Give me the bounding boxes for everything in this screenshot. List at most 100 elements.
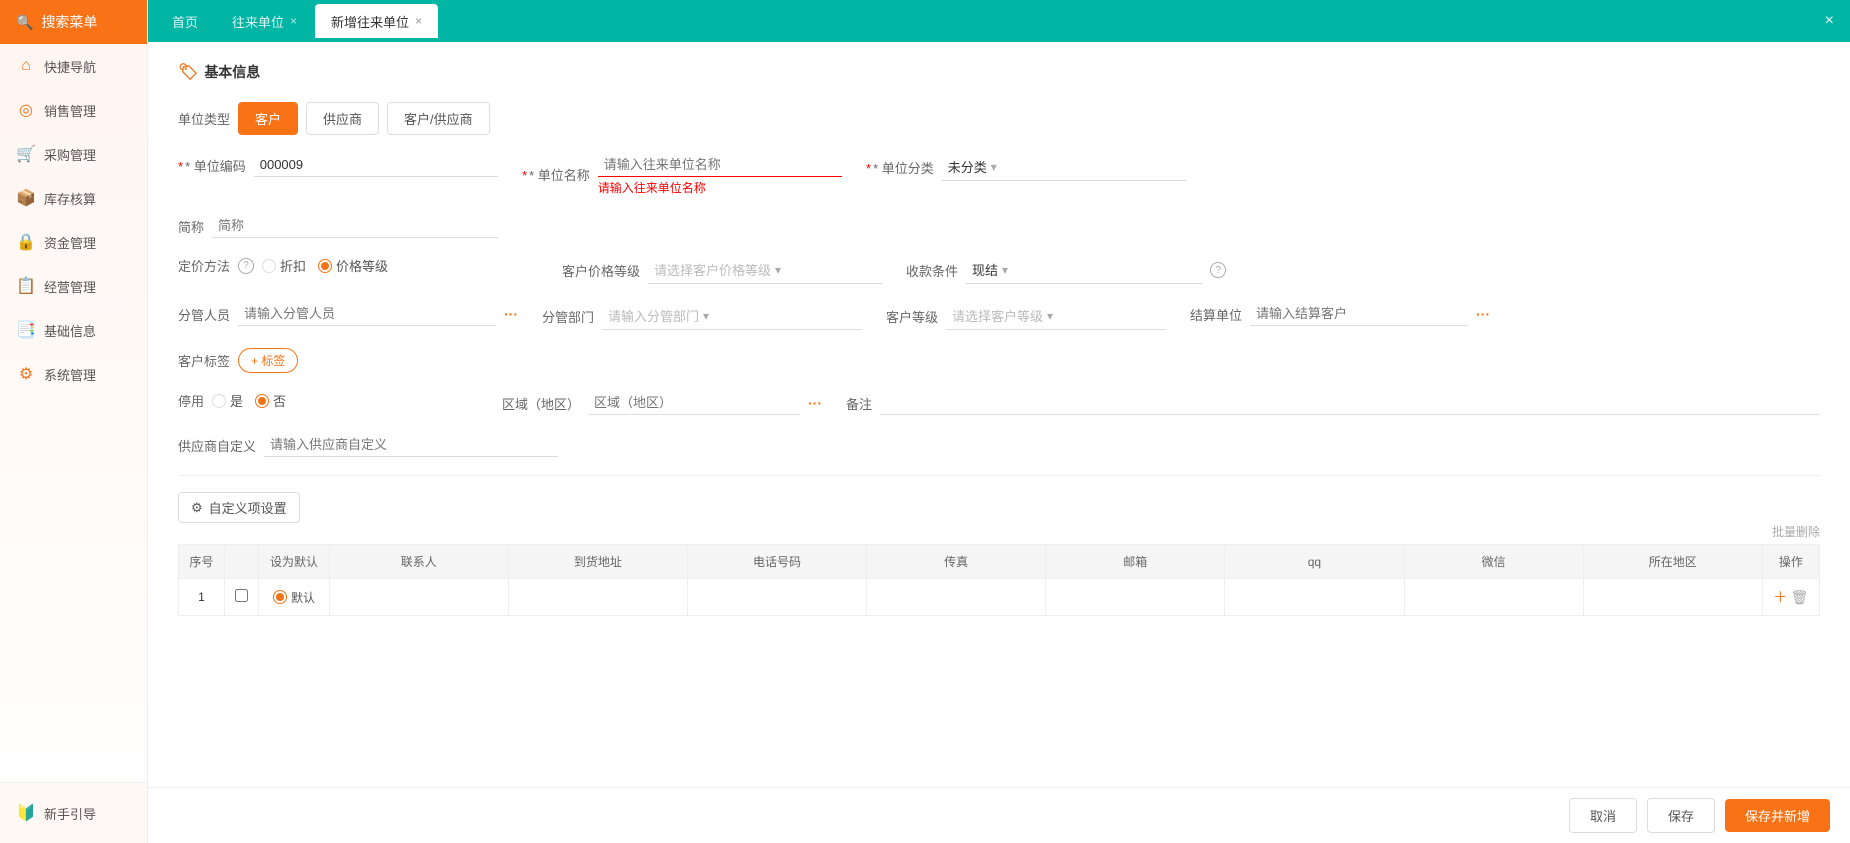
manager-more-button[interactable]: ··· <box>504 306 518 322</box>
sidebar-item-label: 资金管理 <box>44 233 96 252</box>
search-menu-label: 搜索菜单 <box>41 12 97 32</box>
unit-name-group: * 单位名称 请输入往来单位名称 <box>522 153 842 196</box>
radio-level-circle <box>318 259 332 273</box>
cancel-button[interactable]: 取消 <box>1569 798 1637 833</box>
tab-bar: 首页 往来单位 × 新增往来单位 × × <box>148 0 1850 42</box>
wechat-input[interactable] <box>1415 590 1573 604</box>
dept-select[interactable]: 请输入分管部门 ▾ <box>602 302 862 330</box>
row-delete-button[interactable]: 🗑 <box>1791 589 1809 605</box>
cell-contact[interactable] <box>329 579 508 616</box>
cell-fax[interactable] <box>867 579 1046 616</box>
sidebar-item-inventory[interactable]: 📦 库存核算 <box>0 176 147 220</box>
table-actions: 批量删除 <box>178 523 1820 540</box>
region-group: 区域（地区） ··· <box>502 391 822 415</box>
batch-delete-button[interactable]: 批量删除 <box>1772 523 1820 540</box>
unit-category-value: 未分类 <box>948 157 987 176</box>
payment-help-icon[interactable]: ? <box>1210 262 1226 278</box>
radio-yes[interactable]: 是 <box>212 391 243 410</box>
pricing-radio-group: 折扣 价格等级 <box>262 256 388 275</box>
unit-name-input[interactable] <box>598 153 842 177</box>
sidebar-item-basics[interactable]: 📑 基础信息 <box>0 308 147 352</box>
sidebar-item-label: 系统管理 <box>44 365 96 384</box>
cell-address[interactable] <box>508 579 687 616</box>
radio-discount[interactable]: 折扣 <box>262 256 306 275</box>
customer-price-select[interactable]: 请选择客户价格等级 ▾ <box>648 256 882 284</box>
custom-settings-button[interactable]: ⚙ 自定义项设置 <box>178 492 300 523</box>
type-btn-customer[interactable]: 客户 <box>238 102 298 135</box>
unit-category-select[interactable]: 未分类 ▾ <box>942 153 1186 181</box>
sidebar-item-sales[interactable]: ◎ 销售管理 <box>0 88 147 132</box>
contacts-table: 序号 设为默认 联系人 到货地址 电话号码 传真 邮箱 qq 微信 所在地区 操… <box>178 544 1820 616</box>
radio-level[interactable]: 价格等级 <box>318 256 388 275</box>
guide-icon: 🔰 <box>16 803 36 823</box>
chevron-down-icon: ▾ <box>1002 263 1008 277</box>
default-radio-circle <box>273 590 287 604</box>
radio-dot <box>321 262 329 270</box>
manager-input[interactable] <box>238 302 496 326</box>
sidebar-item-system[interactable]: ⚙ 系统管理 <box>0 352 147 396</box>
settle-unit-more-button[interactable]: ··· <box>1476 306 1490 322</box>
col-qq: qq <box>1225 545 1404 579</box>
sidebar-item-quick-nav[interactable]: ⌂ 快捷导航 <box>0 44 147 88</box>
cell-region[interactable] <box>1583 579 1762 616</box>
region-input[interactable] <box>1594 590 1752 604</box>
purchase-icon: 🛒 <box>16 144 36 164</box>
section-icon: 🏷 <box>178 62 198 82</box>
sidebar-item-finance[interactable]: 🔒 资金管理 <box>0 220 147 264</box>
col-phone: 电话号码 <box>687 545 866 579</box>
fax-input[interactable] <box>877 590 1035 604</box>
sidebar-item-purchase[interactable]: 🛒 采购管理 <box>0 132 147 176</box>
unit-code-label: * 单位编码 <box>178 156 246 175</box>
phone-input[interactable] <box>698 590 856 604</box>
tab-partner[interactable]: 往来单位 × <box>216 4 313 38</box>
sidebar-item-guide[interactable]: 🔰 新手引导 <box>0 791 147 835</box>
qq-input[interactable] <box>1235 590 1393 604</box>
tab-home[interactable]: 首页 <box>156 4 214 38</box>
form-content: 🏷 基本信息 单位类型 客户 供应商 客户/供应商 * 单位编码 * 单位名称 <box>148 42 1850 787</box>
type-btn-supplier[interactable]: 供应商 <box>306 102 379 135</box>
cell-phone[interactable] <box>687 579 866 616</box>
unit-type-row: 单位类型 客户 供应商 客户/供应商 <box>178 102 1820 135</box>
abbr-input[interactable] <box>212 214 498 238</box>
save-new-button[interactable]: 保存并新增 <box>1725 799 1830 832</box>
customer-level-select[interactable]: 请选择客户等级 ▾ <box>946 302 1166 330</box>
supplier-custom-input[interactable] <box>264 433 558 457</box>
unit-category-label: * 单位分类 <box>866 158 934 177</box>
cell-default[interactable]: 默认 <box>259 579 329 616</box>
cell-qq[interactable] <box>1225 579 1404 616</box>
default-radio[interactable]: 默认 <box>269 589 318 606</box>
window-close-button[interactable]: × <box>1817 8 1842 34</box>
cell-wechat[interactable] <box>1404 579 1583 616</box>
payment-terms-select[interactable]: 现结 ▾ <box>966 256 1202 284</box>
tab-new-partner-close[interactable]: × <box>415 14 422 28</box>
row-checkbox[interactable] <box>235 589 248 602</box>
region-input[interactable] <box>588 391 800 415</box>
add-tag-button[interactable]: + 标签 <box>238 348 298 373</box>
email-input[interactable] <box>1056 590 1214 604</box>
row-add-button[interactable]: ＋ <box>1773 589 1787 605</box>
help-icon[interactable]: ? <box>238 258 254 274</box>
region-more-button[interactable]: ··· <box>808 395 822 411</box>
radio-no[interactable]: 否 <box>255 391 286 410</box>
search-menu-item[interactable]: 🔍 搜索菜单 <box>0 0 147 44</box>
sidebar-item-operation[interactable]: 📋 经营管理 <box>0 264 147 308</box>
settle-unit-input[interactable] <box>1250 302 1468 326</box>
tab-partner-close[interactable]: × <box>290 14 297 28</box>
save-button[interactable]: 保存 <box>1647 798 1715 833</box>
radio-dot <box>276 593 284 601</box>
cell-checkbox[interactable] <box>224 579 259 616</box>
customer-price-placeholder: 请选择客户价格等级 <box>654 260 771 279</box>
unit-code-input[interactable] <box>254 153 498 177</box>
unit-name-error: 请输入往来单位名称 <box>598 179 842 196</box>
customer-level-group: 客户等级 请选择客户等级 ▾ <box>886 302 1166 330</box>
cell-seq: 1 <box>179 579 225 616</box>
remark-input[interactable] <box>880 391 1820 415</box>
unit-name-input-group: 请输入往来单位名称 <box>598 153 842 196</box>
unit-info-row: * 单位编码 * 单位名称 请输入往来单位名称 * 单位分类 未分类 ▾ <box>178 153 1820 196</box>
type-btn-both[interactable]: 客户/供应商 <box>387 102 490 135</box>
sidebar-item-label: 快捷导航 <box>44 57 96 76</box>
address-input[interactable] <box>519 590 677 604</box>
contact-input[interactable] <box>340 590 498 604</box>
cell-email[interactable] <box>1046 579 1225 616</box>
tab-new-partner[interactable]: 新增往来单位 × <box>315 4 438 38</box>
